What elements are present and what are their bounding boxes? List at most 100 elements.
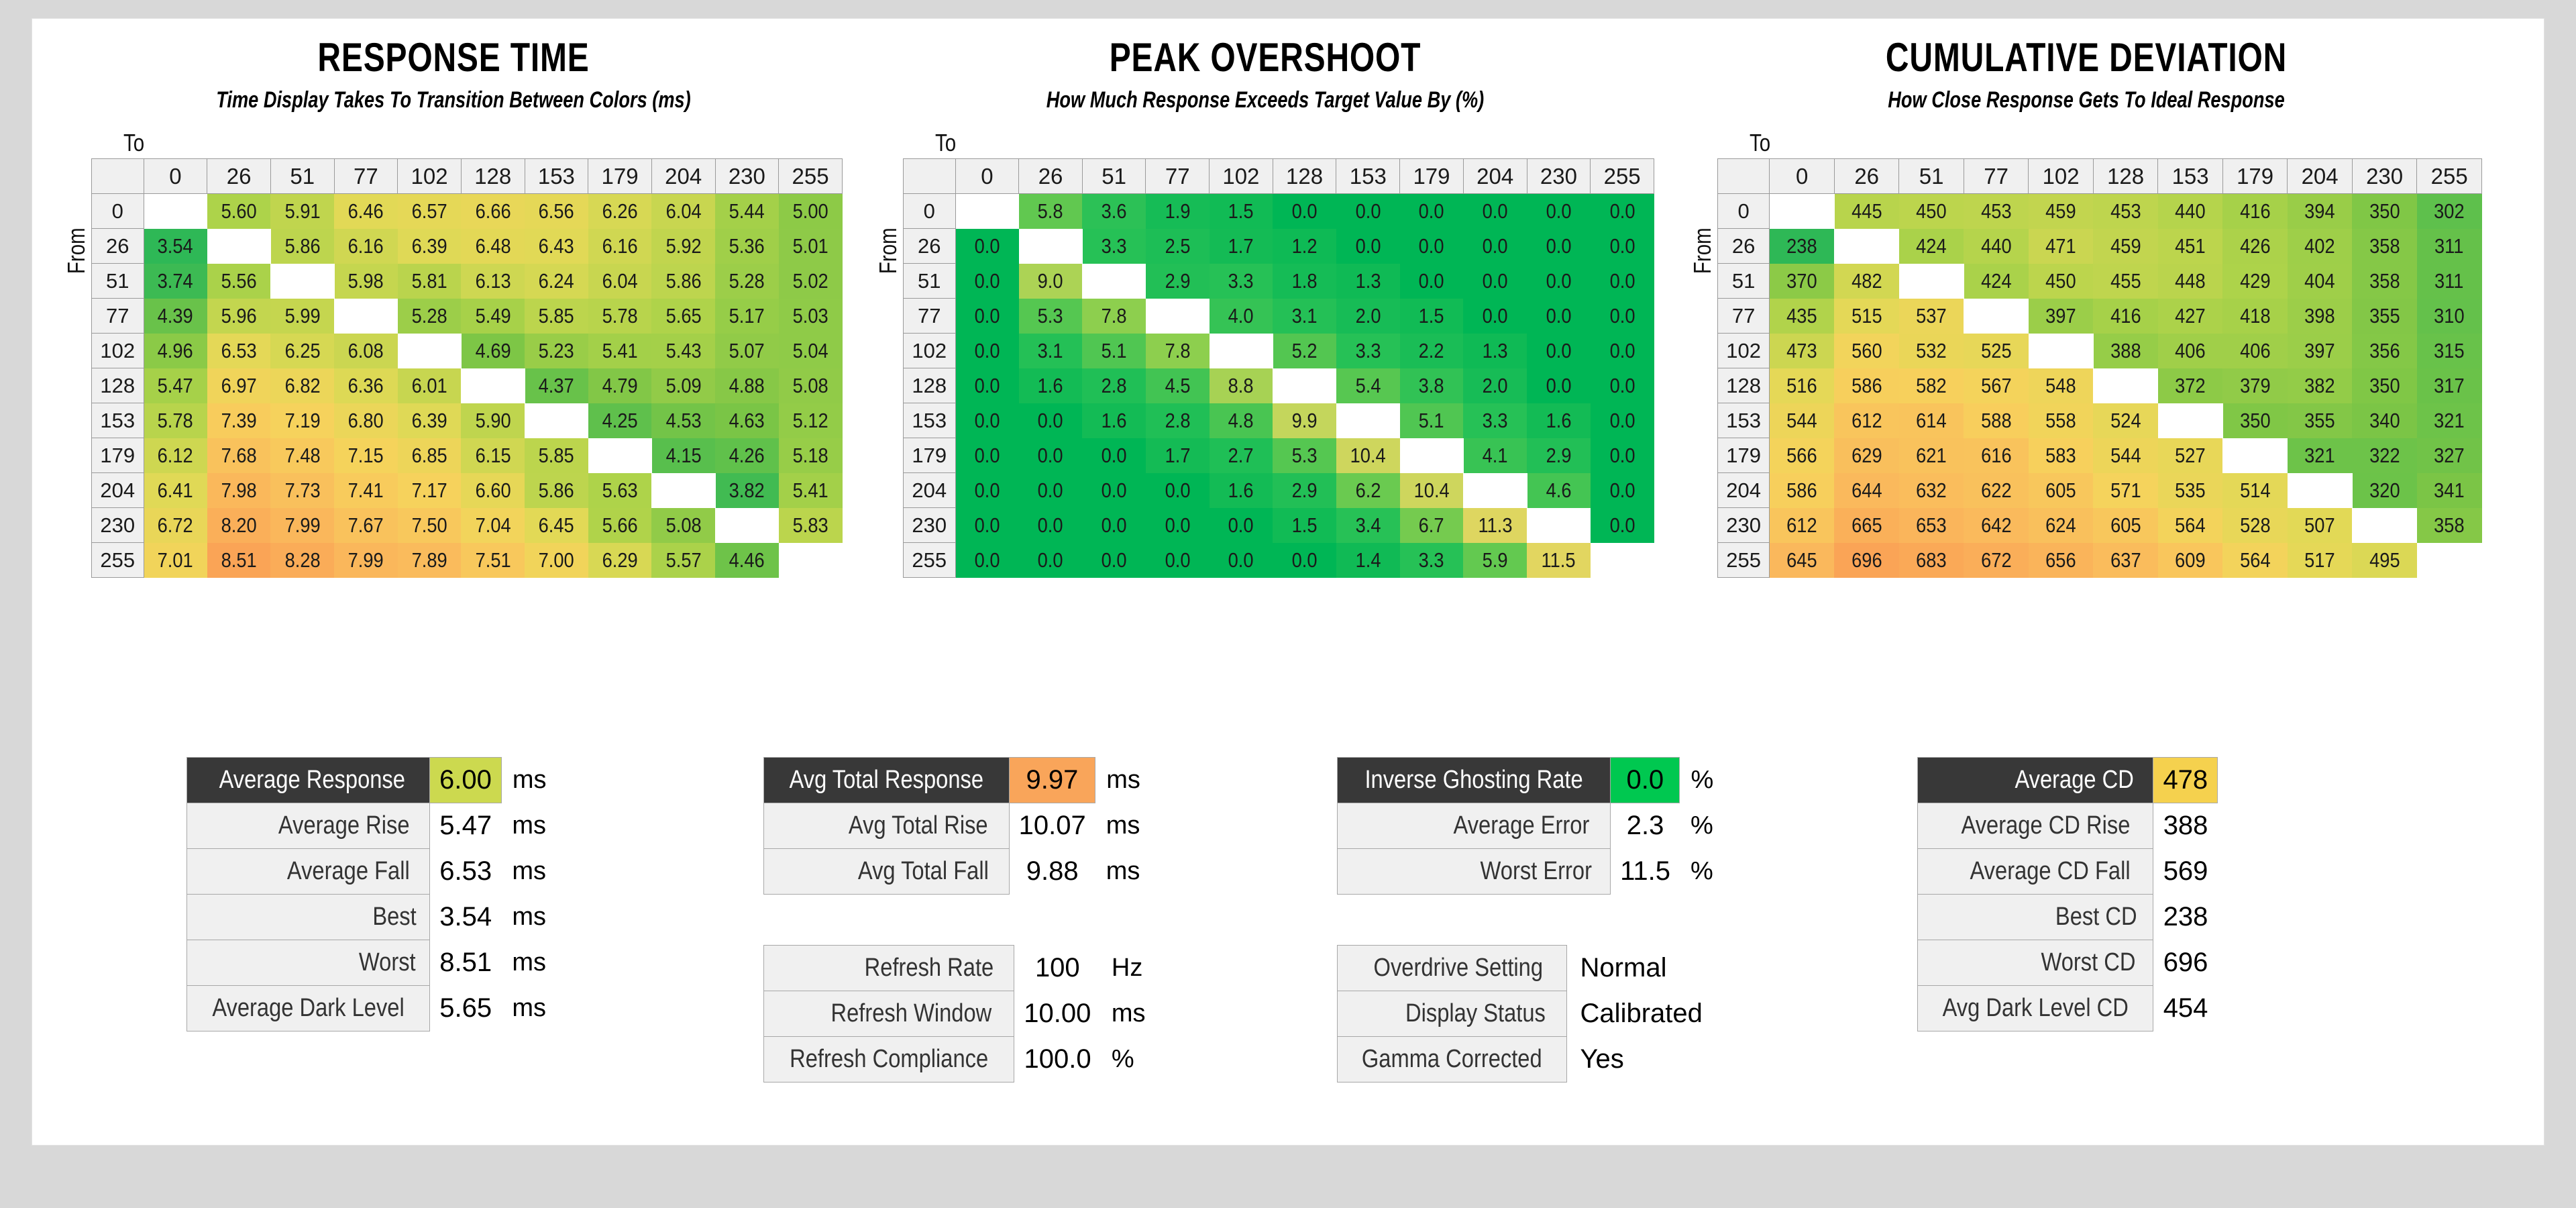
matrix-cell: 5.86: [651, 263, 716, 299]
matrix-cell-value: 473: [1786, 338, 1817, 362]
matrix-col-header: 0: [1769, 158, 1835, 194]
matrix-cell: 0.0: [955, 333, 1019, 368]
matrix-cell: 0.0: [1527, 368, 1591, 403]
matrix-cell-value: 5.1: [1101, 338, 1127, 362]
matrix-row-header: 230: [902, 507, 956, 543]
matrix-cell: 4.63: [715, 403, 779, 438]
matrix-row: 153 544 612 614 588 558 524 350 355 340 321: [1717, 403, 2482, 438]
summary-label: Average CD: [1917, 757, 2154, 803]
matrix-cell-diagonal: [1898, 263, 1964, 299]
matrix-cell: 629: [1834, 438, 1899, 473]
matrix-cell: 4.8: [1209, 403, 1273, 438]
matrix-cell: 1.4: [1336, 542, 1400, 578]
matrix-cell-diagonal: [2351, 507, 2418, 543]
matrix-cell-value: 571: [2110, 478, 2141, 502]
summary-row: Avg Total Fall 9.88 ms: [763, 848, 1150, 895]
matrix-cell-value: 5.91: [284, 199, 321, 223]
matrix-cell-value: 7.00: [538, 548, 574, 572]
matrix-cell: 6.12: [144, 438, 207, 473]
matrix-col-header: 102: [397, 158, 462, 194]
matrix-cell-value: 7.01: [157, 548, 193, 572]
matrix-cell: 605: [2028, 472, 2094, 508]
matrix-cell-diagonal: [270, 263, 335, 299]
matrix-cell: 0.0: [1590, 228, 1654, 264]
matrix-cell-diagonal: [1145, 298, 1210, 334]
matrix-cell-value: 311: [2434, 268, 2464, 293]
summary-label: Average Rise: [186, 803, 431, 849]
axis-label-to: To: [935, 129, 957, 156]
matrix-cell-value: 7.68: [221, 443, 257, 467]
matrix-row-header: 204: [902, 472, 956, 508]
matrix-cell-diagonal: [1336, 403, 1401, 438]
matrix-cell-value: 507: [2304, 513, 2335, 537]
matrix-cell-value: 0.0: [1609, 303, 1635, 328]
matrix-cell-diagonal: [1018, 228, 1083, 264]
matrix-cell: 7.73: [270, 472, 335, 508]
matrix-cell: 355: [2287, 403, 2353, 438]
matrix-cell-value: 5.28: [411, 303, 447, 328]
matrix-cell: 4.46: [715, 542, 779, 578]
matrix-cell-value: 341: [2434, 478, 2465, 502]
matrix-cell: 5.49: [461, 298, 525, 334]
summary-label: Avg Total Rise: [763, 803, 1010, 849]
summary-unit: [2217, 940, 2239, 986]
matrix-cell-value: 426: [2239, 234, 2271, 258]
matrix-cell-value: 0.0: [1038, 408, 1064, 432]
matrix-cell: 311: [2416, 228, 2482, 264]
matrix-cell: 612: [1834, 403, 1899, 438]
matrix-cell-value: 0.0: [1101, 443, 1127, 467]
matrix-cell-value: 7.39: [221, 408, 257, 432]
matrix-cell: 560: [1834, 333, 1899, 368]
matrix-cell-value: 5.98: [347, 268, 384, 293]
matrix-cell-diagonal: [460, 368, 525, 403]
matrix-cell: 450: [1898, 193, 1964, 229]
summary-label: Worst: [186, 940, 431, 986]
matrix-cell-diagonal: [1272, 368, 1337, 403]
matrix-row: 128 516 586 582 567 548 372 379 382 350 317: [1717, 368, 2482, 403]
matrix-cell-value: 5.3: [1291, 443, 1318, 467]
matrix-cell-value: 1.6: [1228, 478, 1254, 502]
matrix-cell: 9.9: [1273, 403, 1336, 438]
matrix-cell: 6.15: [461, 438, 525, 473]
matrix-cell-value: 5.56: [221, 268, 257, 293]
matrix-cell: 5.1: [1399, 403, 1464, 438]
matrix-cell-value: 3.54: [157, 234, 193, 258]
matrix-cell-value: 532: [1916, 338, 1947, 362]
summary-label-text: Average Rise: [278, 811, 410, 840]
matrix-cell: 0.0: [1527, 193, 1591, 229]
matrix-col-header: 51: [1081, 158, 1146, 194]
matrix-cell-value: 0.0: [1038, 478, 1064, 502]
matrix-cell-value: 7.51: [475, 548, 511, 572]
matrix-cell-value: 4.79: [602, 373, 638, 397]
matrix-cell-value: 535: [2175, 478, 2206, 502]
matrix-cell-value: 5.96: [221, 303, 257, 328]
matrix-row: 179 0.0 0.0 0.0 1.7 2.7 5.3 10.4 4.1 2.9 0.0: [902, 438, 1654, 473]
matrix-cell-value: 1.6: [1038, 373, 1064, 397]
matrix-col-header: 51: [270, 158, 335, 194]
matrix-cell-value: 544: [1786, 408, 1817, 432]
matrix-cell: 356: [2352, 333, 2417, 368]
matrix-cell-value: 5.2: [1291, 338, 1318, 362]
matrix-cell-value: 586: [1851, 373, 1882, 397]
matrix-cell-value: 558: [2045, 408, 2076, 432]
summary-label: Avg Total Fall: [763, 848, 1010, 895]
matrix-cell-value: 7.98: [221, 478, 257, 502]
matrix-cell: 6.41: [144, 472, 207, 508]
matrix-row-header: 26: [902, 228, 956, 264]
matrix-cell-value: 6.15: [475, 443, 511, 467]
matrix-cell-value: 9.9: [1291, 408, 1318, 432]
matrix-cell: 1.5: [1273, 507, 1336, 543]
matrix-row: 51 0.0 9.0 2.9 3.3 1.8 1.3 0.0 0.0 0.0 0.0: [902, 263, 1654, 299]
matrix-cell-value: 1.7: [1165, 443, 1191, 467]
matrix-col-header: 51: [1898, 158, 1964, 194]
summary-label-text: Best CD: [2055, 903, 2137, 931]
matrix-cell: 3.54: [144, 228, 207, 264]
matrix-cell-value: 642: [1980, 513, 2012, 537]
matrix-cell: 532: [1898, 333, 1964, 368]
matrix-cell-value: 564: [2175, 513, 2206, 537]
matrix-cell: 525: [1964, 333, 2029, 368]
matrix-cell-value: 622: [1980, 478, 2012, 502]
matrix-cell-value: 0.0: [1291, 199, 1318, 223]
matrix-cell-diagonal: [143, 193, 208, 229]
matrix-cell: 0.0: [955, 298, 1019, 334]
